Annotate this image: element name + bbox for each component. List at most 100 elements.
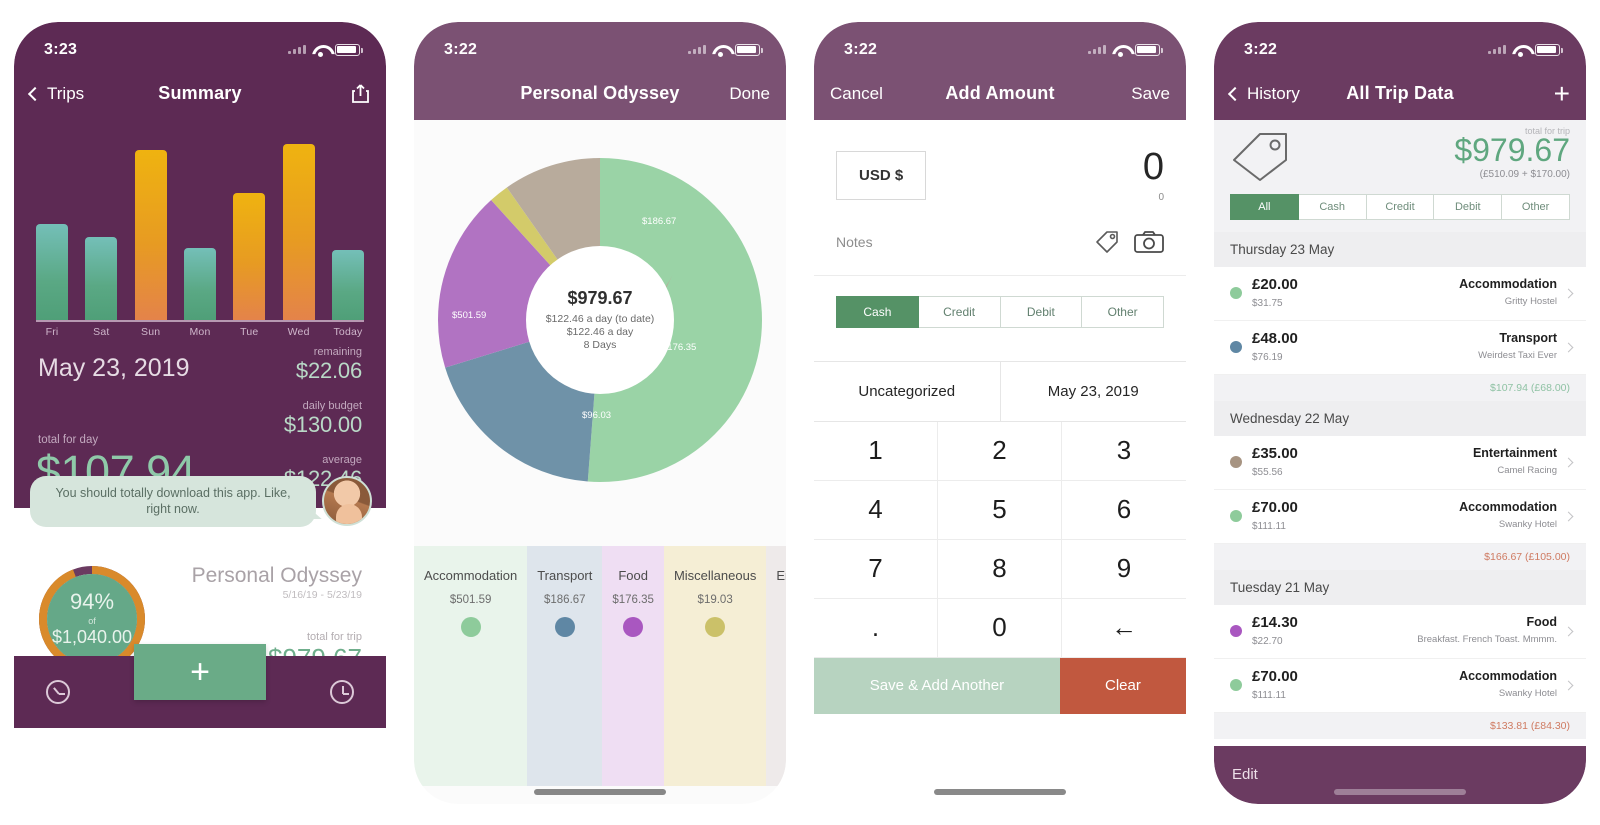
payment-type-cash[interactable]: Cash bbox=[836, 295, 919, 328]
cancel-button[interactable]: Cancel bbox=[830, 84, 883, 104]
trip-summary-panel: You should totally download this app. Li… bbox=[14, 475, 386, 728]
filter-credit[interactable]: Credit bbox=[1366, 193, 1435, 220]
chevron-right-icon bbox=[1563, 288, 1574, 298]
category-legend[interactable]: Accommodation $501.59 Transport $186.67 … bbox=[414, 545, 786, 786]
payment-type-other[interactable]: Other bbox=[1082, 295, 1164, 328]
bar-fri[interactable] bbox=[36, 223, 68, 320]
tx-category: Transport bbox=[1499, 331, 1557, 345]
add-expense-button[interactable]: + bbox=[134, 643, 266, 700]
legend-color-dot bbox=[554, 616, 575, 637]
notes-input[interactable]: Notes bbox=[836, 234, 873, 250]
chevron-right-icon bbox=[1563, 511, 1574, 521]
category-color-dot bbox=[1230, 679, 1242, 691]
key-decimal[interactable]: . bbox=[814, 598, 938, 658]
key-4[interactable]: 4 bbox=[814, 480, 938, 540]
payment-filter-segmented-control[interactable]: All Cash Credit Debit Other bbox=[1230, 193, 1570, 220]
payment-type-debit[interactable]: Debit bbox=[1000, 295, 1083, 328]
filter-other[interactable]: Other bbox=[1502, 193, 1570, 220]
trip-total-value: $979.67 bbox=[1454, 132, 1570, 169]
slice-label-accommodation: $501.59 bbox=[452, 309, 487, 321]
trip-dates: 5/16/19 - 5/23/19 bbox=[282, 588, 362, 601]
table-row[interactable]: £48.00 $76.19 Transport Weirdest Taxi Ev… bbox=[1214, 320, 1586, 375]
date-selector[interactable]: May 23, 2019 bbox=[1001, 362, 1187, 421]
table-row[interactable]: £20.00 $31.75 Accommodation Gritty Hoste… bbox=[1214, 266, 1586, 321]
category-selector[interactable]: Uncategorized bbox=[814, 361, 1001, 421]
bar-sat[interactable] bbox=[85, 236, 118, 320]
currency-selector[interactable]: USD $ bbox=[836, 150, 927, 200]
home-indicator bbox=[934, 788, 1066, 795]
bar-column bbox=[282, 143, 315, 320]
tag-icon[interactable] bbox=[1094, 229, 1120, 255]
status-bar: 3:23 bbox=[14, 22, 386, 68]
table-row[interactable]: £70.00 $111.11 Accommodation Swanky Hote… bbox=[1214, 658, 1586, 713]
table-row[interactable]: £35.00 $55.56 Entertainment Camel Racing bbox=[1214, 435, 1586, 490]
bar-sun[interactable] bbox=[134, 149, 167, 320]
camera-icon[interactable] bbox=[1134, 230, 1164, 254]
chevron-left-icon bbox=[1227, 86, 1243, 101]
key-0[interactable]: 0 bbox=[938, 598, 1062, 658]
table-row[interactable]: £70.00 $111.11 Accommodation Swanky Hote… bbox=[1214, 489, 1586, 544]
bar-column bbox=[36, 223, 68, 320]
chevron-right-icon bbox=[1563, 342, 1574, 352]
legend-name: Transport bbox=[537, 567, 593, 583]
legend-item-entertainment[interactable]: Entertainment $96.03 bbox=[766, 545, 786, 786]
key-6[interactable]: 6 bbox=[1062, 481, 1186, 540]
trip-total-label: total for trip bbox=[1524, 125, 1570, 136]
payment-type-segmented-control[interactable]: Cash Credit Debit Other bbox=[836, 295, 1164, 328]
category-color-dot bbox=[1230, 625, 1242, 637]
key-2[interactable]: 2 bbox=[938, 421, 1062, 481]
bar-today[interactable] bbox=[331, 249, 364, 320]
tx-converted: $31.75 bbox=[1252, 297, 1283, 309]
key-8[interactable]: 8 bbox=[938, 539, 1062, 599]
key-5[interactable]: 5 bbox=[938, 480, 1062, 540]
bar-wed[interactable] bbox=[282, 143, 315, 320]
save-and-add-another-button[interactable]: Save & Add Another bbox=[814, 657, 1060, 714]
table-row[interactable]: £14.30 $22.70 Food Breakfast. French Toa… bbox=[1214, 604, 1586, 659]
legend-item-accommodation[interactable]: Accommodation $501.59 bbox=[414, 545, 528, 786]
tx-converted: $111.11 bbox=[1252, 520, 1286, 532]
numeric-keypad[interactable]: 1 2 3 4 5 6 7 8 9 . 0 ← bbox=[814, 421, 1186, 658]
share-button[interactable] bbox=[351, 83, 370, 104]
key-9[interactable]: 9 bbox=[1062, 540, 1186, 599]
back-button-history[interactable]: History bbox=[1227, 84, 1300, 104]
timer-icon[interactable] bbox=[46, 679, 70, 704]
legend-color-dot bbox=[460, 616, 481, 637]
day-header: Wednesday 22 May bbox=[1214, 400, 1586, 436]
filter-cash[interactable]: Cash bbox=[1298, 193, 1367, 220]
axis-label: Sat bbox=[93, 325, 110, 338]
legend-item-miscellaneous[interactable]: Miscellaneous $19.03 bbox=[663, 545, 767, 786]
key-backspace-icon[interactable]: ← bbox=[1062, 599, 1186, 658]
back-button-trips[interactable]: Trips bbox=[27, 83, 85, 104]
back-button-label: Trips bbox=[47, 83, 85, 103]
daily-spend-bar-chart bbox=[36, 126, 364, 322]
axis-label: Wed bbox=[287, 325, 310, 338]
payment-type-credit[interactable]: Credit bbox=[918, 295, 1001, 328]
tx-category: Food bbox=[1526, 615, 1557, 629]
key-1[interactable]: 1 bbox=[814, 421, 938, 481]
legend-item-transport[interactable]: Transport $186.67 bbox=[527, 545, 603, 786]
clear-button[interactable]: Clear bbox=[1059, 657, 1186, 714]
stat-remaining: remaining $22.06 bbox=[284, 346, 362, 384]
filter-all[interactable]: All bbox=[1230, 193, 1299, 220]
tx-converted: $111.11 bbox=[1252, 689, 1286, 701]
battery-icon bbox=[1535, 43, 1563, 56]
category-color-dot bbox=[1230, 510, 1242, 522]
day-header: Thursday 23 May bbox=[1214, 231, 1586, 267]
tx-note: Swanky Hotel bbox=[1498, 519, 1557, 530]
legend-color-dot bbox=[705, 616, 726, 637]
bar-mon[interactable] bbox=[183, 247, 216, 320]
bar-tue[interactable] bbox=[233, 192, 266, 320]
save-button[interactable]: Save bbox=[1131, 84, 1170, 104]
key-3[interactable]: 3 bbox=[1062, 422, 1186, 481]
clock-icon[interactable] bbox=[330, 679, 354, 704]
tx-amount: £48.00 bbox=[1252, 329, 1298, 347]
edit-button[interactable]: Edit bbox=[1214, 745, 1586, 804]
add-button[interactable]: + bbox=[1554, 79, 1570, 108]
legend-item-food[interactable]: Food $176.35 bbox=[602, 545, 664, 786]
key-7[interactable]: 7 bbox=[814, 539, 938, 599]
legend-name: Entertainment bbox=[776, 567, 786, 583]
filter-debit[interactable]: Debit bbox=[1434, 193, 1503, 220]
legend-name: Food bbox=[618, 567, 648, 583]
done-button[interactable]: Done bbox=[729, 84, 770, 104]
amount-display[interactable]: 0 bbox=[1143, 148, 1164, 186]
